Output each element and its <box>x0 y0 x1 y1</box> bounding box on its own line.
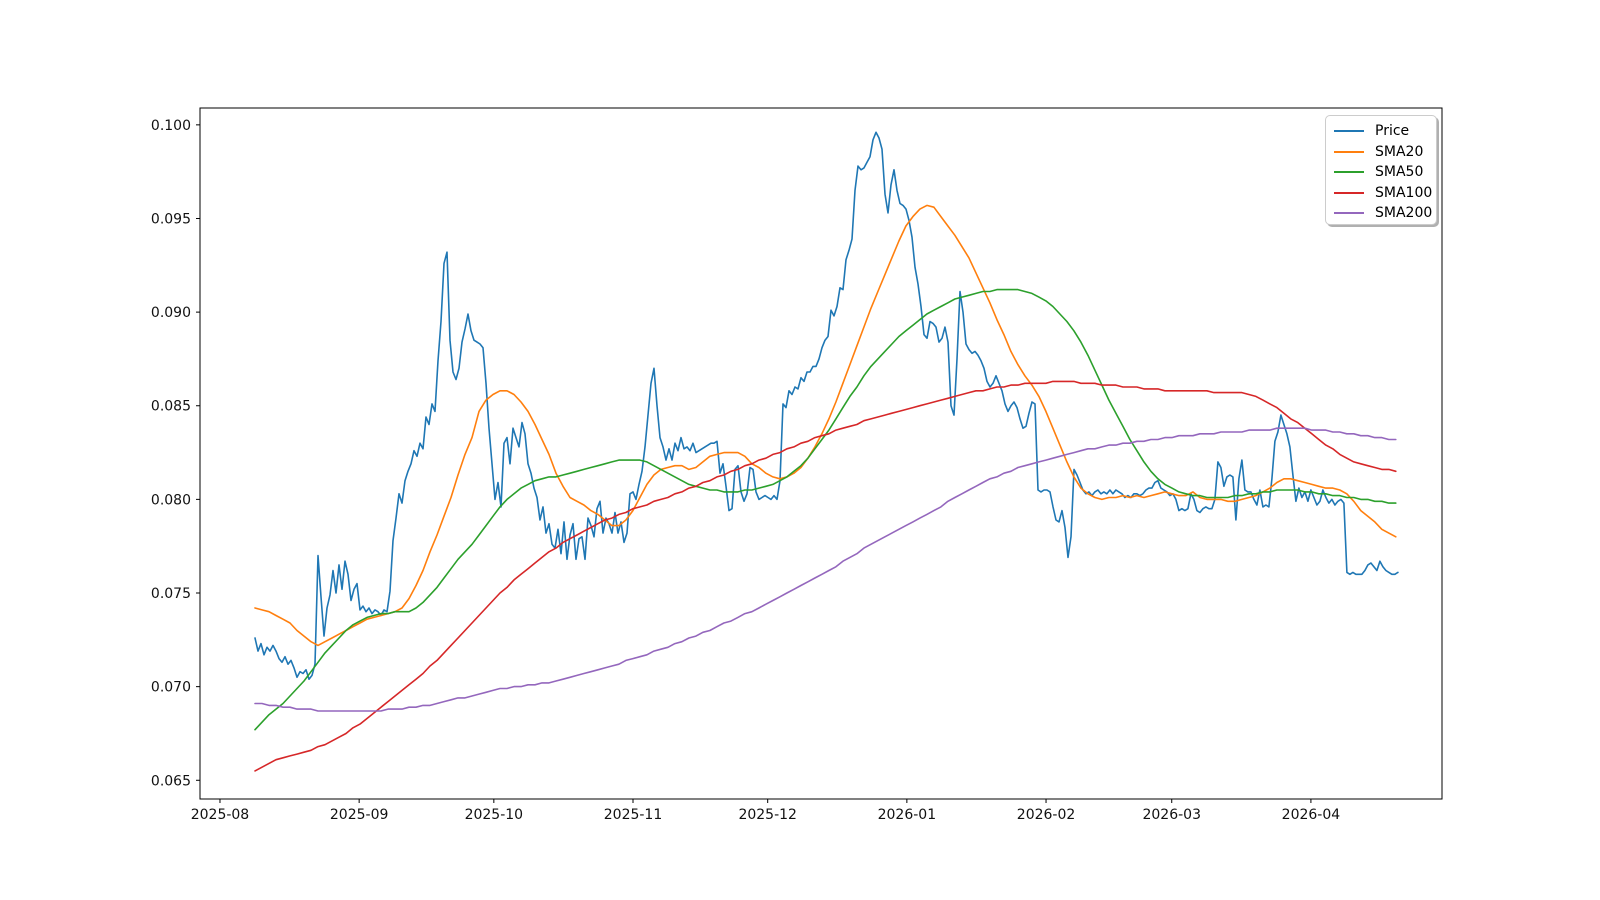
series-line-sma200 <box>254 427 1397 712</box>
series-line-price <box>254 131 1399 680</box>
x-tick-label: 2026-01 <box>878 807 937 823</box>
y-tick-label: 0.085 <box>151 399 191 415</box>
series-line-sma50 <box>254 288 1397 731</box>
legend-label: SMA200 <box>1375 205 1433 222</box>
x-tick-label: 2025-11 <box>604 807 663 823</box>
x-tick-label: 2025-09 <box>330 807 389 823</box>
y-tick-label: 0.080 <box>151 492 191 508</box>
legend: Price SMA20 SMA50 SMA100 SMA200 <box>1325 115 1437 225</box>
y-tick-label: 0.065 <box>151 773 191 789</box>
y-tick-label: 0.100 <box>151 118 191 134</box>
legend-item-sma20: SMA20 <box>1326 142 1436 163</box>
x-tick-label: 2025-12 <box>738 807 797 823</box>
legend-line-sample <box>1334 150 1364 153</box>
chart-figure: 2025-08 2025-09 2025-10 2025-11 2025-12 2026-… <box>0 0 1600 900</box>
legend-item-price: Price <box>1326 121 1436 142</box>
x-tick-label: 2026-04 <box>1282 807 1341 823</box>
y-tick-label: 0.090 <box>151 305 191 321</box>
legend-item-sma200: SMA200 <box>1326 203 1436 224</box>
legend-line-sample <box>1334 171 1364 174</box>
x-tick-label: 2025-08 <box>191 807 250 823</box>
series-line-sma100 <box>254 380 1397 772</box>
legend-line-sample <box>1334 130 1364 133</box>
legend-label: SMA20 <box>1375 143 1424 160</box>
legend-item-sma50: SMA50 <box>1326 162 1436 183</box>
legend-line-sample <box>1334 212 1364 215</box>
legend-line-sample <box>1334 191 1364 194</box>
legend-label: SMA100 <box>1375 184 1433 201</box>
legend-label: Price <box>1375 123 1410 140</box>
y-tick-label: 0.070 <box>151 680 191 696</box>
y-tick-label: 0.095 <box>151 211 191 227</box>
y-tick-label: 0.075 <box>151 586 191 602</box>
x-tick-label: 2026-02 <box>1017 807 1076 823</box>
x-tick-label: 2026-03 <box>1142 807 1201 823</box>
legend-item-sma100: SMA100 <box>1326 183 1436 204</box>
legend-label: SMA50 <box>1375 164 1424 181</box>
x-tick-label: 2025-10 <box>465 807 524 823</box>
axes-spines <box>199 107 1443 800</box>
series-line-sma20 <box>254 204 1397 647</box>
